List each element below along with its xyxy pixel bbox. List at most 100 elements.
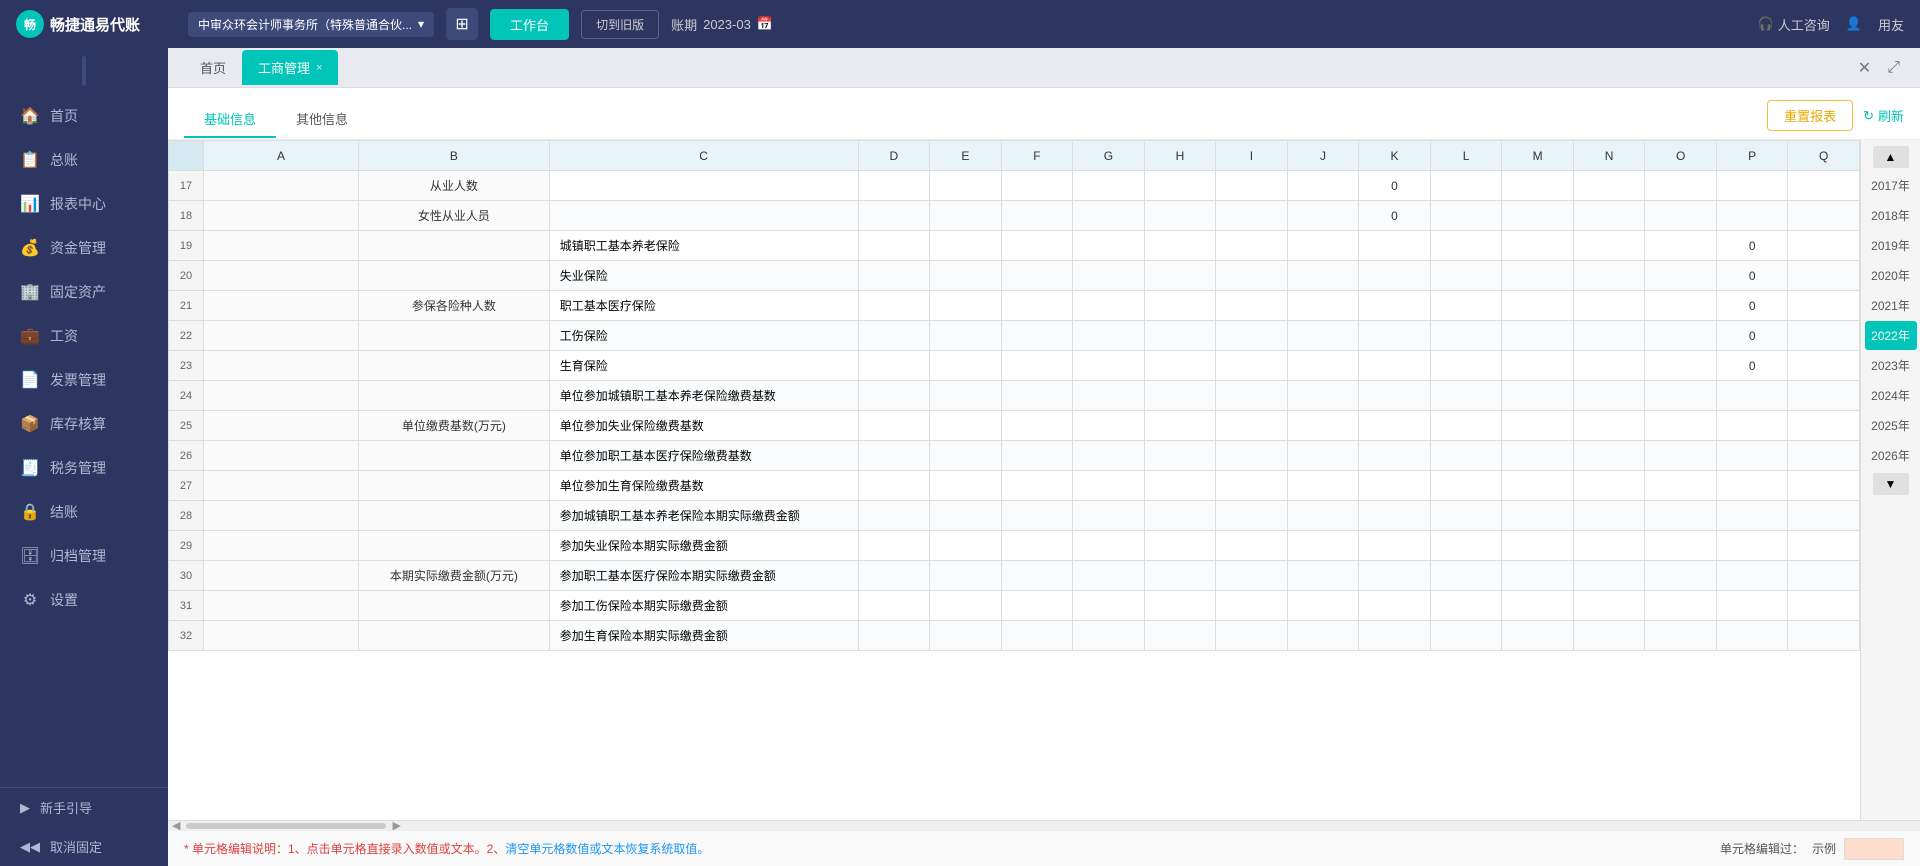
cell-col-k[interactable]	[1359, 501, 1431, 531]
cell-col-i[interactable]	[1216, 261, 1288, 291]
cell-col-c[interactable]: 参加失业保险本期实际缴费金额	[549, 531, 858, 561]
cell-col-q[interactable]	[1788, 261, 1860, 291]
cell-col-q[interactable]	[1788, 381, 1860, 411]
cell-col-a[interactable]	[204, 621, 359, 651]
cell-col-i[interactable]	[1216, 501, 1288, 531]
cell-col-n[interactable]	[1573, 531, 1645, 561]
cell-col-e[interactable]	[930, 501, 1002, 531]
cell-col-e[interactable]	[930, 291, 1002, 321]
cell-col-k[interactable]	[1359, 471, 1431, 501]
cell-col-c[interactable]: 失业保险	[549, 261, 858, 291]
sub-tab-basic[interactable]: 基础信息	[184, 101, 276, 138]
cell-col-o[interactable]	[1645, 561, 1717, 591]
cell-col-k[interactable]	[1359, 381, 1431, 411]
cell-col-q[interactable]	[1788, 501, 1860, 531]
reset-report-button[interactable]: 重置报表	[1767, 100, 1853, 131]
cell-col-j[interactable]	[1287, 501, 1359, 531]
cell-col-a[interactable]	[204, 501, 359, 531]
cell-col-k[interactable]	[1359, 621, 1431, 651]
cell-col-a[interactable]	[204, 261, 359, 291]
cell-col-g[interactable]	[1073, 501, 1145, 531]
cell-col-p[interactable]	[1716, 561, 1788, 591]
cell-col-d[interactable]	[858, 621, 930, 651]
cell-col-l[interactable]	[1430, 531, 1502, 561]
cell-col-c[interactable]: 单位参加失业保险缴费基数	[549, 411, 858, 441]
cell-col-d[interactable]	[858, 171, 930, 201]
cell-col-d[interactable]	[858, 561, 930, 591]
cell-col-f[interactable]	[1001, 231, 1073, 261]
cell-col-o[interactable]	[1645, 231, 1717, 261]
cell-col-m[interactable]	[1502, 501, 1574, 531]
cell-col-a[interactable]	[204, 411, 359, 441]
cell-col-a[interactable]	[204, 561, 359, 591]
cell-col-k[interactable]	[1359, 561, 1431, 591]
cell-col-f[interactable]	[1001, 381, 1073, 411]
cell-col-e[interactable]	[930, 441, 1002, 471]
sidebar-item-finance[interactable]: 💰 资金管理	[0, 226, 168, 270]
cell-col-f[interactable]	[1001, 591, 1073, 621]
cell-col-b[interactable]	[358, 471, 549, 501]
cell-col-a[interactable]	[204, 291, 359, 321]
cell-col-l[interactable]	[1430, 561, 1502, 591]
sidebar-item-ledger[interactable]: 📋 总账	[0, 138, 168, 182]
sidebar-item-closing[interactable]: 🔒 结账	[0, 490, 168, 534]
cell-col-e[interactable]	[930, 351, 1002, 381]
cell-col-l[interactable]	[1430, 231, 1502, 261]
calendar-icon[interactable]: 📅	[757, 16, 773, 32]
cell-col-e[interactable]	[930, 411, 1002, 441]
cell-col-m[interactable]	[1502, 351, 1574, 381]
cell-col-m[interactable]	[1502, 231, 1574, 261]
cell-col-g[interactable]	[1073, 381, 1145, 411]
cell-col-b[interactable]	[358, 591, 549, 621]
cell-col-d[interactable]	[858, 381, 930, 411]
cell-col-l[interactable]	[1430, 411, 1502, 441]
cell-col-a[interactable]	[204, 441, 359, 471]
cell-col-j[interactable]	[1287, 531, 1359, 561]
cell-col-e[interactable]	[930, 201, 1002, 231]
cell-col-b[interactable]: 女性从业人员	[358, 201, 549, 231]
cell-col-q[interactable]	[1788, 531, 1860, 561]
cell-col-k[interactable]	[1359, 441, 1431, 471]
cell-col-j[interactable]	[1287, 411, 1359, 441]
cell-col-q[interactable]	[1788, 291, 1860, 321]
cell-col-j[interactable]	[1287, 561, 1359, 591]
cell-col-j[interactable]	[1287, 381, 1359, 411]
cell-col-e[interactable]	[930, 171, 1002, 201]
cell-col-g[interactable]	[1073, 321, 1145, 351]
scroll-thumb[interactable]	[186, 823, 386, 829]
cell-col-i[interactable]	[1216, 171, 1288, 201]
cell-col-l[interactable]	[1430, 291, 1502, 321]
sidebar-item-assets[interactable]: 🏢 固定资产	[0, 270, 168, 314]
cell-col-f[interactable]	[1001, 501, 1073, 531]
cell-col-c[interactable]: 单位参加职工基本医疗保险缴费基数	[549, 441, 858, 471]
cell-col-j[interactable]	[1287, 291, 1359, 321]
cell-col-j[interactable]	[1287, 261, 1359, 291]
cell-col-p[interactable]	[1716, 531, 1788, 561]
cell-col-m[interactable]	[1502, 261, 1574, 291]
cell-col-b[interactable]	[358, 621, 549, 651]
cell-col-h[interactable]	[1144, 231, 1216, 261]
cell-col-f[interactable]	[1001, 531, 1073, 561]
cell-col-q[interactable]	[1788, 471, 1860, 501]
cell-col-l[interactable]	[1430, 471, 1502, 501]
cell-col-d[interactable]	[858, 261, 930, 291]
cell-col-i[interactable]	[1216, 381, 1288, 411]
cell-col-l[interactable]	[1430, 351, 1502, 381]
cell-col-h[interactable]	[1144, 381, 1216, 411]
year-item[interactable]: 2021年	[1865, 291, 1917, 320]
cell-col-j[interactable]	[1287, 591, 1359, 621]
cell-col-i[interactable]	[1216, 231, 1288, 261]
cell-col-o[interactable]	[1645, 441, 1717, 471]
cell-col-i[interactable]	[1216, 561, 1288, 591]
cell-col-o[interactable]	[1645, 381, 1717, 411]
cell-col-b[interactable]	[358, 441, 549, 471]
cell-col-h[interactable]	[1144, 471, 1216, 501]
sidebar-guide-button[interactable]: ▶ 新手引导	[0, 788, 168, 827]
year-item[interactable]: 2017年	[1865, 171, 1917, 200]
cell-col-c[interactable]	[549, 171, 858, 201]
cell-col-p[interactable]: 0	[1716, 231, 1788, 261]
cell-col-h[interactable]	[1144, 501, 1216, 531]
horizontal-scrollbar[interactable]: ◀ ▶	[168, 820, 1920, 830]
cell-col-d[interactable]	[858, 201, 930, 231]
sidebar-item-inventory[interactable]: 📦 库存核算	[0, 402, 168, 446]
